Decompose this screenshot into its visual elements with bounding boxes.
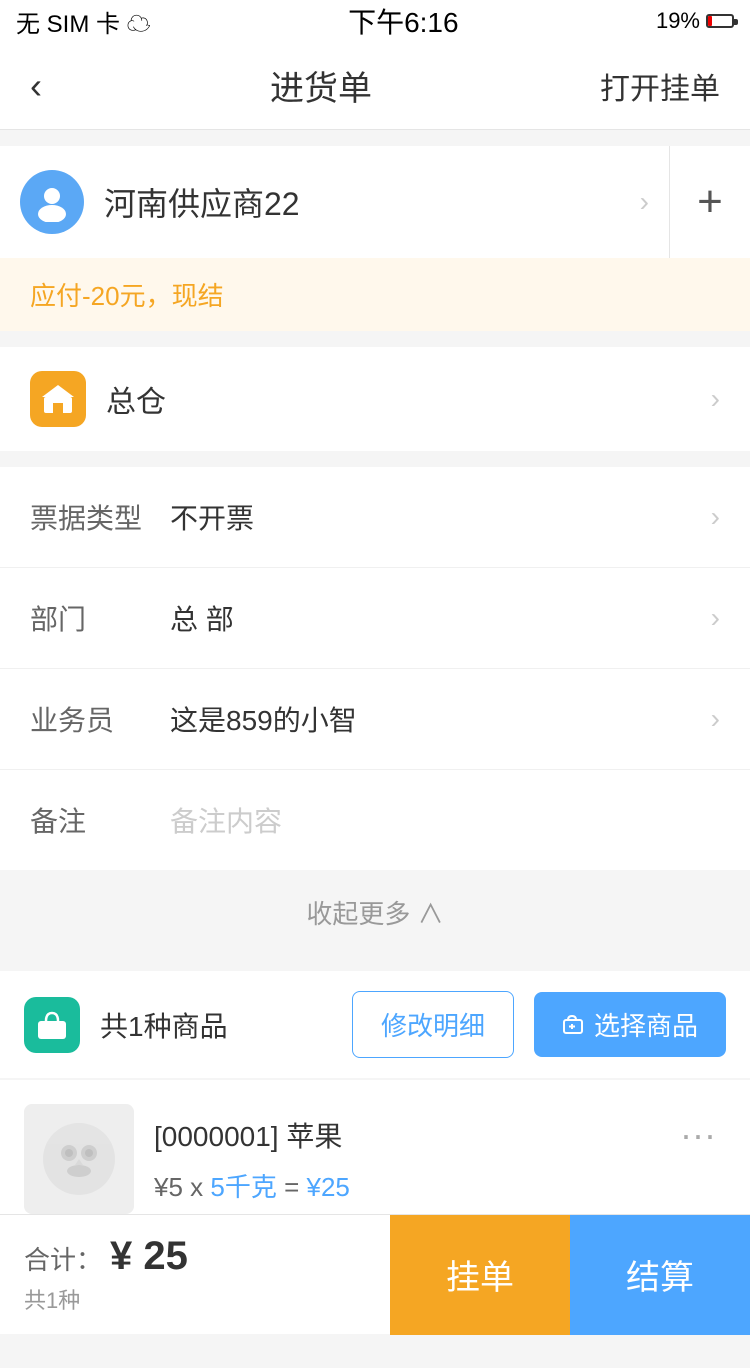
bottom-total: 合计： ¥ 25 bbox=[24, 1234, 366, 1279]
salesman-label: 业务员 bbox=[30, 699, 150, 739]
salesman-row[interactable]: 业务员 这是859的小智 › bbox=[0, 669, 750, 770]
invoice-type-row[interactable]: 票据类型 不开票 › bbox=[0, 467, 750, 568]
chevron-right-icon: › bbox=[711, 703, 720, 735]
product-menu-button[interactable]: ··· bbox=[670, 1104, 726, 1166]
invoice-type-label: 票据类型 bbox=[30, 497, 150, 537]
chevron-right-icon: › bbox=[711, 501, 720, 533]
equals-sign: = bbox=[284, 1172, 306, 1202]
battery-icon bbox=[706, 14, 734, 28]
total-label: 合计： bbox=[24, 1240, 102, 1277]
cart-icon bbox=[562, 1013, 586, 1037]
add-supplier-button[interactable]: + bbox=[670, 146, 750, 258]
supplier-avatar bbox=[20, 170, 84, 234]
select-product-label: 选择商品 bbox=[594, 1006, 698, 1043]
chevron-right-icon: › bbox=[711, 383, 720, 415]
person-icon bbox=[32, 182, 72, 222]
product-header: 共1种商品 修改明细 选择商品 bbox=[0, 971, 750, 1078]
supplier-name: 河南供应商22 bbox=[104, 179, 630, 225]
select-product-button[interactable]: 选择商品 bbox=[534, 992, 726, 1057]
product-qty: 5千克 bbox=[210, 1172, 276, 1202]
department-label: 部门 bbox=[30, 598, 150, 638]
product-title: 苹果 bbox=[286, 1121, 342, 1152]
status-right: 19% bbox=[656, 8, 734, 34]
product-subtotal: ¥25 bbox=[307, 1172, 350, 1202]
battery-label: 19% bbox=[656, 8, 700, 34]
product-code: [0000001] bbox=[154, 1121, 279, 1152]
salesman-value: 这是859的小智 bbox=[150, 699, 701, 739]
back-button[interactable]: ‹ bbox=[30, 65, 42, 107]
bottom-bar: 合计： ¥ 25 共1种 挂单 结算 bbox=[0, 1214, 750, 1334]
status-bar: 无 SIM 卡 ☁ 下午6:16 19% bbox=[0, 0, 750, 42]
nav-bar: ‹ 进货单 打开挂单 bbox=[0, 42, 750, 130]
product-image bbox=[39, 1119, 119, 1199]
warehouse-label: 总仓 bbox=[106, 377, 701, 421]
remark-label: 备注 bbox=[30, 800, 150, 840]
status-time: 下午6:16 bbox=[348, 1, 459, 41]
remark-row[interactable]: 备注 备注内容 bbox=[0, 770, 750, 870]
notice-bar: 应付-20元，现结 bbox=[0, 258, 750, 331]
total-amount: ¥ 25 bbox=[110, 1234, 188, 1279]
hang-order-button[interactable]: 挂单 bbox=[390, 1215, 570, 1335]
supplier-select[interactable]: 河南供应商22 › bbox=[0, 146, 670, 258]
collapse-button[interactable]: 收起更多 ∧ bbox=[0, 870, 750, 955]
edit-detail-button[interactable]: 修改明细 bbox=[352, 991, 514, 1058]
shopping-bag-icon bbox=[34, 1007, 70, 1043]
status-left: 无 SIM 卡 ☁ bbox=[16, 4, 151, 39]
invoice-type-value: 不开票 bbox=[150, 497, 701, 537]
chevron-right-icon: › bbox=[640, 186, 649, 218]
product-detail: ¥5 x 5千克 = ¥25 bbox=[154, 1167, 670, 1204]
bottom-count: 共1种 bbox=[24, 1283, 366, 1315]
chevron-right-icon: › bbox=[711, 602, 720, 634]
open-pending-button[interactable]: 打开挂单 bbox=[600, 64, 720, 108]
checkout-button[interactable]: 结算 bbox=[570, 1215, 750, 1335]
multiply-sign: x bbox=[190, 1172, 210, 1202]
product-thumbnail bbox=[24, 1104, 134, 1214]
department-value: 总 部 bbox=[150, 598, 701, 638]
product-price: ¥5 bbox=[154, 1172, 183, 1202]
warehouse-icon-wrap bbox=[30, 371, 86, 427]
page-title: 进货单 bbox=[270, 61, 372, 110]
department-row[interactable]: 部门 总 部 › bbox=[0, 568, 750, 669]
product-count-icon bbox=[24, 997, 80, 1053]
form-section: 票据类型 不开票 › 部门 总 部 › 业务员 这是859的小智 › 备注 备注… bbox=[0, 467, 750, 870]
product-count-label: 共1种商品 bbox=[100, 1005, 332, 1045]
product-info: [0000001] 苹果 ¥5 x 5千克 = ¥25 bbox=[154, 1115, 670, 1204]
no-sim-label: 无 SIM 卡 ☁ bbox=[16, 4, 151, 39]
supplier-section: 河南供应商22 › + bbox=[0, 146, 750, 258]
warehouse-icon bbox=[40, 381, 76, 417]
remark-input[interactable]: 备注内容 bbox=[150, 800, 720, 840]
warehouse-section[interactable]: 总仓 › bbox=[0, 347, 750, 451]
product-name: [0000001] 苹果 bbox=[154, 1115, 670, 1155]
bottom-summary: 合计： ¥ 25 共1种 bbox=[0, 1234, 390, 1315]
